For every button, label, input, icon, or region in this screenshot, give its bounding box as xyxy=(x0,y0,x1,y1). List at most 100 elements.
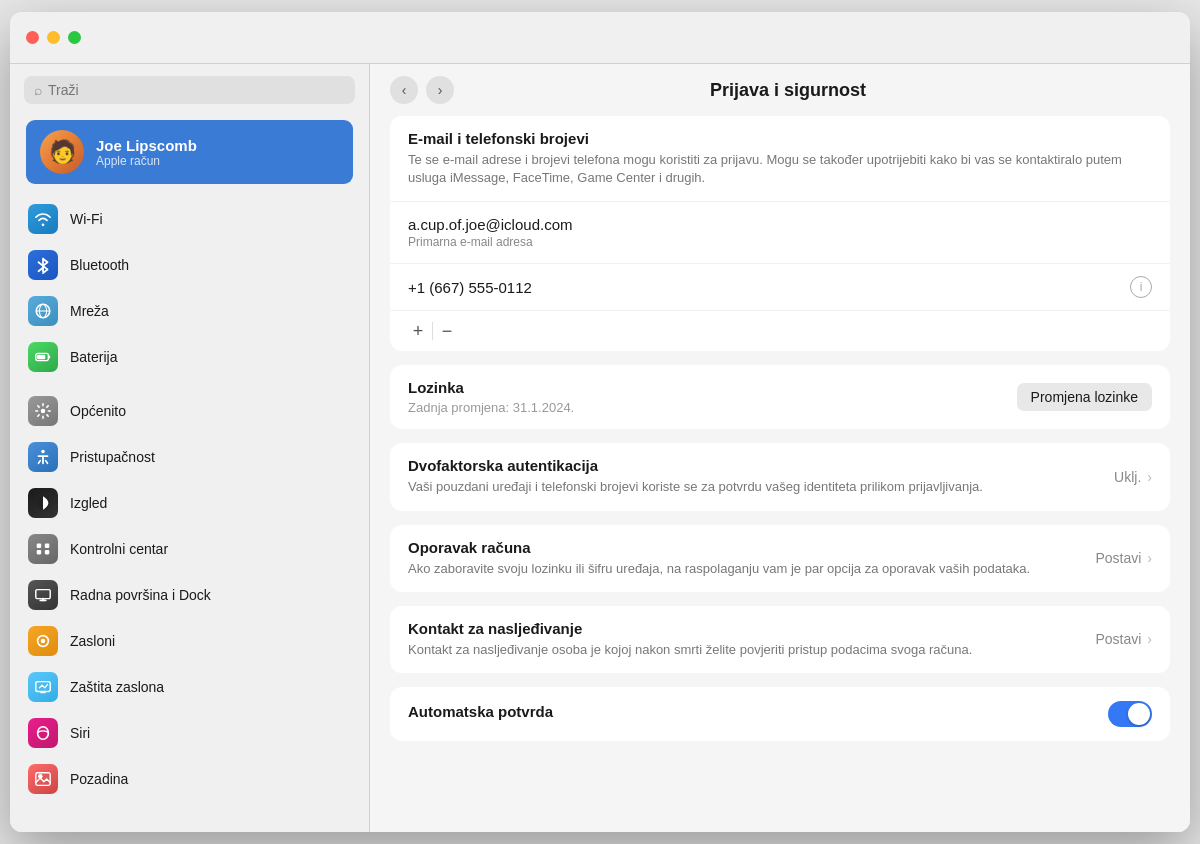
sidebar-item-wifi-label: Wi-Fi xyxy=(70,211,103,227)
password-card: Lozinka Zadnja promjena: 31.1.2024. Prom… xyxy=(390,365,1170,429)
svg-rect-5 xyxy=(37,355,45,360)
legacy-left: Kontakt za nasljeđivanje Kontakt za nasl… xyxy=(408,620,1095,659)
general-icon xyxy=(28,396,58,426)
change-password-button[interactable]: Promjena lozinke xyxy=(1017,383,1152,411)
maximize-button[interactable] xyxy=(68,31,81,44)
auto-confirm-card: Automatska potvrda xyxy=(390,687,1170,741)
svg-rect-10 xyxy=(45,544,50,549)
password-subtitle: Zadnja promjena: 31.1.2024. xyxy=(408,400,1017,415)
recovery-chevron-icon: › xyxy=(1147,550,1152,566)
email-address: a.cup.of.joe@icloud.com xyxy=(408,216,1152,233)
svg-point-7 xyxy=(41,450,45,454)
legacy-title: Kontakt za nasljeđivanje xyxy=(408,620,1095,637)
legacy-desc: Kontakt za nasljeđivanje osoba je kojoj … xyxy=(408,641,1095,659)
profile-item[interactable]: 🧑 Joe Lipscomb Apple račun xyxy=(26,120,353,184)
add-button[interactable]: + xyxy=(404,319,432,343)
siri-icon xyxy=(28,718,58,748)
sidebar-item-general[interactable]: Općenito xyxy=(18,388,361,434)
main-panel: ‹ › Prijava i sigurnost E-mail i telefon… xyxy=(370,64,1190,832)
search-input[interactable] xyxy=(48,82,345,98)
sidebar-item-bluetooth[interactable]: Bluetooth xyxy=(18,242,361,288)
sidebar-item-desktop[interactable]: Radna površina i Dock xyxy=(18,572,361,618)
email-phone-card: E-mail i telefonski brojevi Te se e-mail… xyxy=(390,116,1170,351)
legacy-row[interactable]: Kontakt za nasljeđivanje Kontakt za nasl… xyxy=(390,606,1170,673)
recovery-status: Postavi xyxy=(1095,550,1141,566)
network-icon xyxy=(28,296,58,326)
screensaver-icon xyxy=(28,672,58,702)
profile-subtitle: Apple račun xyxy=(96,154,197,168)
profile-name: Joe Lipscomb xyxy=(96,137,197,154)
two-factor-row[interactable]: Dvofaktorska autentikacija Vaši pouzdani… xyxy=(390,443,1170,510)
traffic-lights xyxy=(26,31,81,44)
sidebar-item-screensaver[interactable]: Zaštita zaslona xyxy=(18,664,361,710)
recovery-desc: Ako zaboravite svoju lozinku ili šifru u… xyxy=(408,560,1095,578)
recovery-card: Oporavak računa Ako zaboravite svoju loz… xyxy=(390,525,1170,592)
add-remove-row: + − xyxy=(390,311,1170,351)
sidebar-item-screensaver-label: Zaštita zaslona xyxy=(70,679,164,695)
svg-point-21 xyxy=(38,727,49,740)
sidebar-item-network-label: Mreža xyxy=(70,303,109,319)
sidebar-item-displays[interactable]: Zasloni xyxy=(18,618,361,664)
sidebar-item-network[interactable]: Mreža xyxy=(18,288,361,334)
profile-info: Joe Lipscomb Apple račun xyxy=(96,137,197,168)
panel-header: ‹ › Prijava i sigurnost xyxy=(370,64,1190,116)
close-button[interactable] xyxy=(26,31,39,44)
sidebar-item-bluetooth-label: Bluetooth xyxy=(70,257,129,273)
page-title: Prijava i sigurnost xyxy=(462,80,1114,101)
profile-section: 🧑 Joe Lipscomb Apple račun xyxy=(10,112,369,192)
sidebar-item-general-label: Općenito xyxy=(70,403,126,419)
sidebar-item-siri-label: Siri xyxy=(70,725,90,741)
panel-body: E-mail i telefonski brojevi Te se e-mail… xyxy=(370,116,1190,832)
password-left: Lozinka Zadnja promjena: 31.1.2024. xyxy=(408,379,1017,415)
two-factor-left: Dvofaktorska autentikacija Vaši pouzdani… xyxy=(408,457,1114,496)
svg-point-6 xyxy=(41,409,46,414)
info-icon[interactable]: i xyxy=(1130,276,1152,298)
forward-button[interactable]: › xyxy=(426,76,454,104)
legacy-status: Postavi xyxy=(1095,631,1141,647)
sidebar-item-wifi[interactable]: Wi-Fi xyxy=(18,196,361,242)
sidebar-item-control[interactable]: Kontrolni centar xyxy=(18,526,361,572)
sidebar-item-displays-label: Zasloni xyxy=(70,633,115,649)
auto-confirm-title: Automatska potvrda xyxy=(408,703,553,720)
sidebar-items: Wi-Fi Bluetooth xyxy=(10,192,369,806)
sidebar-item-wallpaper-label: Pozadina xyxy=(70,771,128,787)
remove-button[interactable]: − xyxy=(433,319,461,343)
battery-icon xyxy=(28,342,58,372)
auto-confirm-toggle[interactable] xyxy=(1108,701,1152,727)
legacy-card: Kontakt za nasljeđivanje Kontakt za nasl… xyxy=(390,606,1170,673)
minimize-button[interactable] xyxy=(47,31,60,44)
legacy-chevron-icon: › xyxy=(1147,631,1152,647)
back-button[interactable]: ‹ xyxy=(390,76,418,104)
svg-point-17 xyxy=(41,639,46,644)
sidebar-item-battery[interactable]: Baterija xyxy=(18,334,361,380)
wifi-icon xyxy=(28,204,58,234)
svg-rect-9 xyxy=(37,544,42,549)
control-icon xyxy=(28,534,58,564)
sidebar-item-appearance[interactable]: Izgled xyxy=(18,480,361,526)
sidebar-item-siri[interactable]: Siri xyxy=(18,710,361,756)
svg-rect-12 xyxy=(45,550,50,555)
phone-row: +1 (667) 555-0112 i xyxy=(390,264,1170,311)
recovery-left: Oporavak računa Ako zaboravite svoju loz… xyxy=(408,539,1095,578)
svg-rect-4 xyxy=(48,356,50,359)
sidebar-item-accessibility[interactable]: Pristupačnost xyxy=(18,434,361,480)
phone-number: +1 (667) 555-0112 xyxy=(408,279,532,296)
desktop-icon xyxy=(28,580,58,610)
password-row: Lozinka Zadnja promjena: 31.1.2024. Prom… xyxy=(390,365,1170,429)
two-factor-status: Uklj. xyxy=(1114,469,1141,485)
chevron-icon: › xyxy=(1147,469,1152,485)
email-section-desc: Te se e-mail adrese i brojevi telefona m… xyxy=(408,151,1152,187)
two-factor-card: Dvofaktorska autentikacija Vaši pouzdani… xyxy=(390,443,1170,510)
recovery-row[interactable]: Oporavak računa Ako zaboravite svoju loz… xyxy=(390,525,1170,592)
email-section-header: E-mail i telefonski brojevi Te se e-mail… xyxy=(390,116,1170,202)
email-entry-section: a.cup.of.joe@icloud.com Primarna e-mail … xyxy=(390,202,1170,264)
legacy-right: Postavi › xyxy=(1095,631,1152,647)
svg-rect-11 xyxy=(37,550,42,555)
search-bar[interactable]: ⌕ xyxy=(24,76,355,104)
displays-icon xyxy=(28,626,58,656)
recovery-right: Postavi › xyxy=(1095,550,1152,566)
sidebar-item-wallpaper[interactable]: Pozadina xyxy=(18,756,361,802)
svg-rect-13 xyxy=(36,590,50,599)
sidebar-item-appearance-label: Izgled xyxy=(70,495,107,511)
sidebar-item-control-label: Kontrolni centar xyxy=(70,541,168,557)
